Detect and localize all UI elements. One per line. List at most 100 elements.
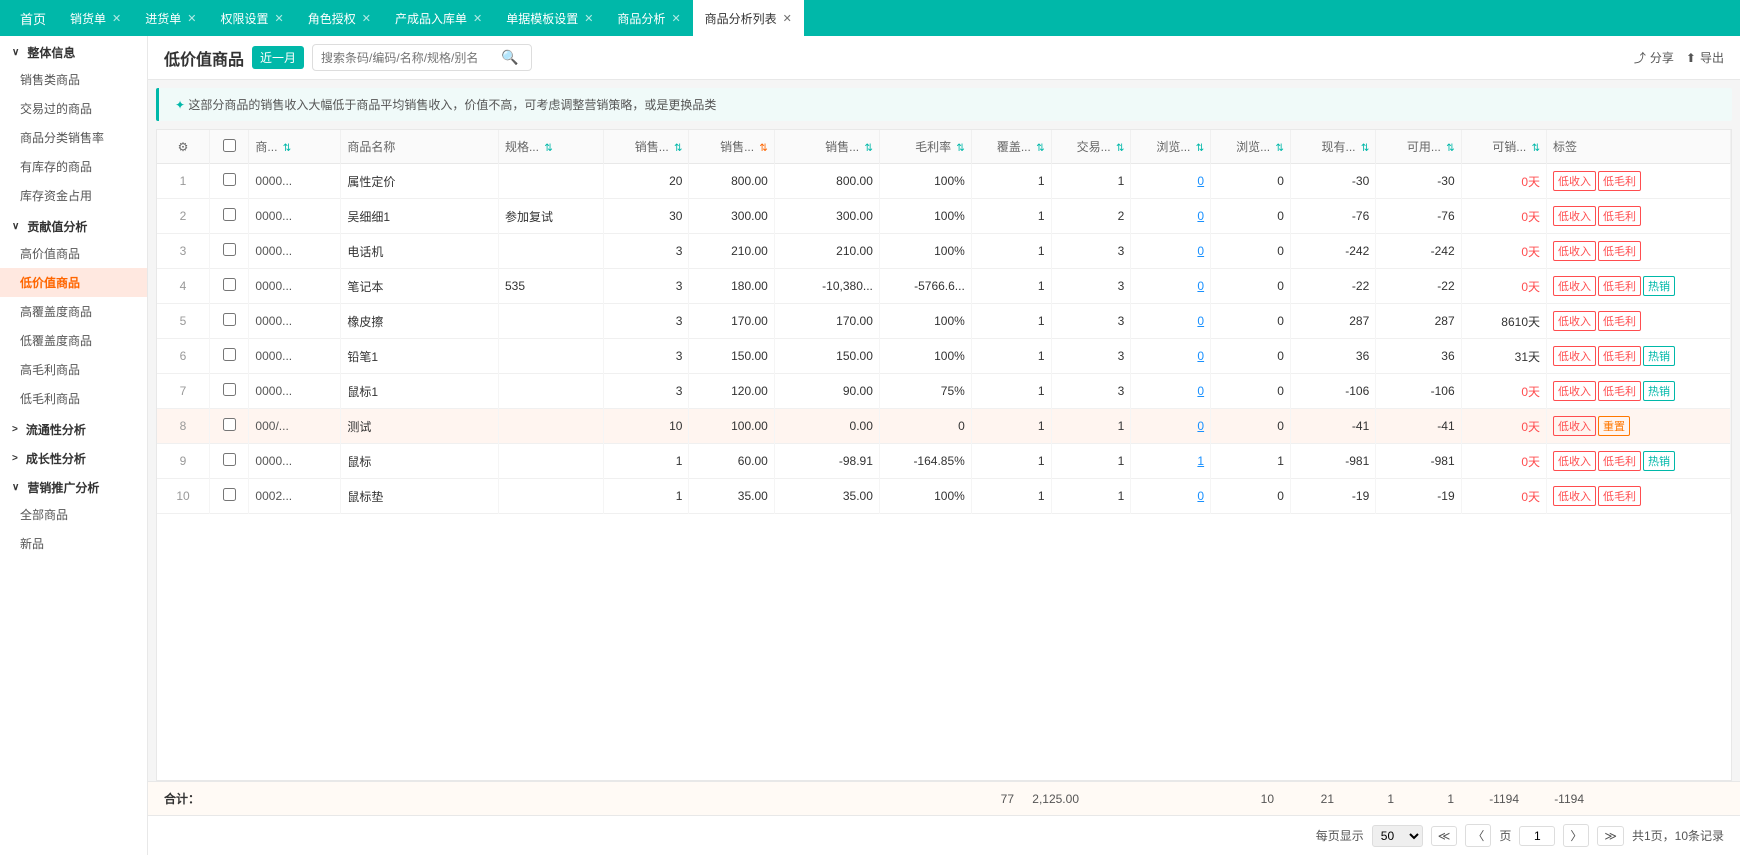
tag-label: 低毛利 — [1598, 171, 1641, 191]
sidebar-item-all-products[interactable]: 全部商品 — [0, 500, 147, 529]
row-check-cell[interactable] — [210, 164, 249, 199]
sidebar-item-category-sales-rate[interactable]: 商品分类销售率 — [0, 123, 147, 152]
sidebar-item-low-value[interactable]: 低价值商品 — [0, 268, 147, 297]
tag-label: 低收入 — [1553, 451, 1596, 471]
row-gross-rate: 100% — [879, 199, 971, 234]
close-product-analysis-list-icon[interactable]: ✕ — [783, 12, 792, 25]
nav-product-analysis-list[interactable]: 商品分析列表 ✕ — [693, 0, 804, 36]
sidebar-item-stock-capital[interactable]: 库存资金占用 — [0, 181, 147, 210]
row-browse1[interactable]: 0 — [1131, 199, 1211, 234]
row-browse1[interactable]: 0 — [1131, 164, 1211, 199]
sidebar-item-low-coverage[interactable]: 低覆盖度商品 — [0, 326, 147, 355]
close-product-inbound-icon[interactable]: ✕ — [473, 12, 482, 25]
row-sellable-days: 0天 — [1461, 409, 1546, 444]
row-checkbox[interactable] — [223, 278, 236, 291]
nav-permission[interactable]: 权限设置 ✕ — [208, 0, 295, 36]
close-purchase-order-icon[interactable]: ✕ — [187, 12, 196, 25]
sidebar-item-sales-products[interactable]: 销售类商品 — [0, 65, 147, 94]
row-browse1[interactable]: 0 — [1131, 479, 1211, 514]
prev-page-button[interactable]: 〈 — [1465, 824, 1491, 847]
sidebar-item-high-coverage[interactable]: 高覆盖度商品 — [0, 297, 147, 326]
nav-role[interactable]: 角色授权 ✕ — [296, 0, 383, 36]
close-sales-order-icon[interactable]: ✕ — [112, 12, 121, 25]
nav-purchase-order[interactable]: 进货单 ✕ — [133, 0, 208, 36]
tag-label: 低毛利 — [1598, 311, 1641, 331]
row-browse2: 0 — [1211, 304, 1291, 339]
row-current: 287 — [1290, 304, 1375, 339]
nav-sales-order[interactable]: 销货单 ✕ — [58, 0, 133, 36]
close-role-icon[interactable]: ✕ — [362, 12, 371, 25]
page-size-select[interactable]: 50 100 200 — [1372, 825, 1423, 847]
sidebar-item-low-margin[interactable]: 低毛利商品 — [0, 384, 147, 413]
top-navigation: 首页 销货单 ✕ 进货单 ✕ 权限设置 ✕ 角色授权 ✕ 产成品入库单 ✕ 单据… — [0, 0, 1740, 36]
close-permission-icon[interactable]: ✕ — [275, 12, 284, 25]
row-checkbox[interactable] — [223, 383, 236, 396]
row-check-cell[interactable] — [210, 479, 249, 514]
row-browse1[interactable]: 0 — [1131, 409, 1211, 444]
row-browse1[interactable]: 0 — [1131, 234, 1211, 269]
row-check-cell[interactable] — [210, 304, 249, 339]
row-code: 0000... — [249, 339, 341, 374]
row-checkbox[interactable] — [223, 488, 236, 501]
row-sales-qty: 30 — [604, 199, 689, 234]
row-spec — [498, 374, 603, 409]
row-checkbox[interactable] — [223, 208, 236, 221]
footer-sales-amt: 2,125.00 — [1014, 792, 1079, 806]
table-row: 6 0000... 铅笔1 3 150.00 150.00 100% 1 3 0… — [157, 339, 1731, 374]
sidebar-section-growth[interactable]: > 成长性分析 — [0, 442, 147, 471]
sidebar-section-contribution[interactable]: ∨ 贡献值分析 — [0, 210, 147, 239]
nav-product-analysis[interactable]: 商品分析 ✕ — [605, 0, 692, 36]
row-checkbox[interactable] — [223, 243, 236, 256]
close-product-analysis-icon[interactable]: ✕ — [671, 12, 680, 25]
row-trade: 1 — [1051, 164, 1131, 199]
export-button[interactable]: ⬆ 导出 — [1686, 49, 1724, 66]
nav-product-inbound[interactable]: 产成品入库单 ✕ — [383, 0, 494, 36]
row-check-cell[interactable] — [210, 374, 249, 409]
row-checkbox[interactable] — [223, 173, 236, 186]
row-checkbox[interactable] — [223, 453, 236, 466]
row-current: -30 — [1290, 164, 1375, 199]
row-check-cell[interactable] — [210, 199, 249, 234]
row-browse1[interactable]: 0 — [1131, 269, 1211, 304]
row-check-cell[interactable] — [210, 269, 249, 304]
tag-label: 低收入 — [1553, 241, 1596, 261]
sidebar-item-traded-products[interactable]: 交易过的商品 — [0, 94, 147, 123]
row-browse1[interactable]: 0 — [1131, 339, 1211, 374]
nav-template-settings[interactable]: 单据模板设置 ✕ — [494, 0, 605, 36]
sidebar-section-liquidity[interactable]: > 流通性分析 — [0, 413, 147, 442]
row-number: 8 — [157, 409, 210, 444]
nav-home[interactable]: 首页 — [8, 0, 58, 36]
sidebar-item-high-margin[interactable]: 高毛利商品 — [0, 355, 147, 384]
row-browse1[interactable]: 1 — [1131, 444, 1211, 479]
sidebar-item-high-value[interactable]: 高价值商品 — [0, 239, 147, 268]
sidebar-item-new-products[interactable]: 新品 — [0, 529, 147, 558]
row-sales-avg: 300.00 — [774, 199, 879, 234]
th-gear[interactable]: ⚙ — [157, 130, 210, 164]
sidebar-item-in-stock-products[interactable]: 有库存的商品 — [0, 152, 147, 181]
next-page-button[interactable]: 〉 — [1563, 824, 1589, 847]
close-template-settings-icon[interactable]: ✕ — [584, 12, 593, 25]
row-sales-avg: 35.00 — [774, 479, 879, 514]
filter-recent-month-button[interactable]: 近一月 — [252, 46, 304, 69]
row-check-cell[interactable] — [210, 409, 249, 444]
sidebar-section-overall[interactable]: ∨ 整体信息 — [0, 36, 147, 65]
row-check-cell[interactable] — [210, 339, 249, 374]
th-check[interactable] — [210, 130, 249, 164]
first-page-button[interactable]: ≪ — [1431, 826, 1458, 846]
search-input[interactable] — [321, 51, 501, 65]
row-checkbox[interactable] — [223, 348, 236, 361]
row-browse1[interactable]: 0 — [1131, 374, 1211, 409]
row-avail: -981 — [1376, 444, 1461, 479]
row-name: 吴细细1 — [341, 199, 499, 234]
row-check-cell[interactable] — [210, 234, 249, 269]
row-checkbox[interactable] — [223, 418, 236, 431]
select-all-checkbox[interactable] — [223, 139, 236, 152]
last-page-button[interactable]: ≫ — [1597, 826, 1624, 846]
row-check-cell[interactable] — [210, 444, 249, 479]
sidebar-section-marketing[interactable]: ∨ 营销推广分析 — [0, 471, 147, 500]
row-checkbox[interactable] — [223, 313, 236, 326]
row-avail: -242 — [1376, 234, 1461, 269]
share-button[interactable]: ⤴ 分享 — [1634, 49, 1674, 66]
page-number-input[interactable] — [1519, 826, 1555, 846]
row-browse1[interactable]: 0 — [1131, 304, 1211, 339]
